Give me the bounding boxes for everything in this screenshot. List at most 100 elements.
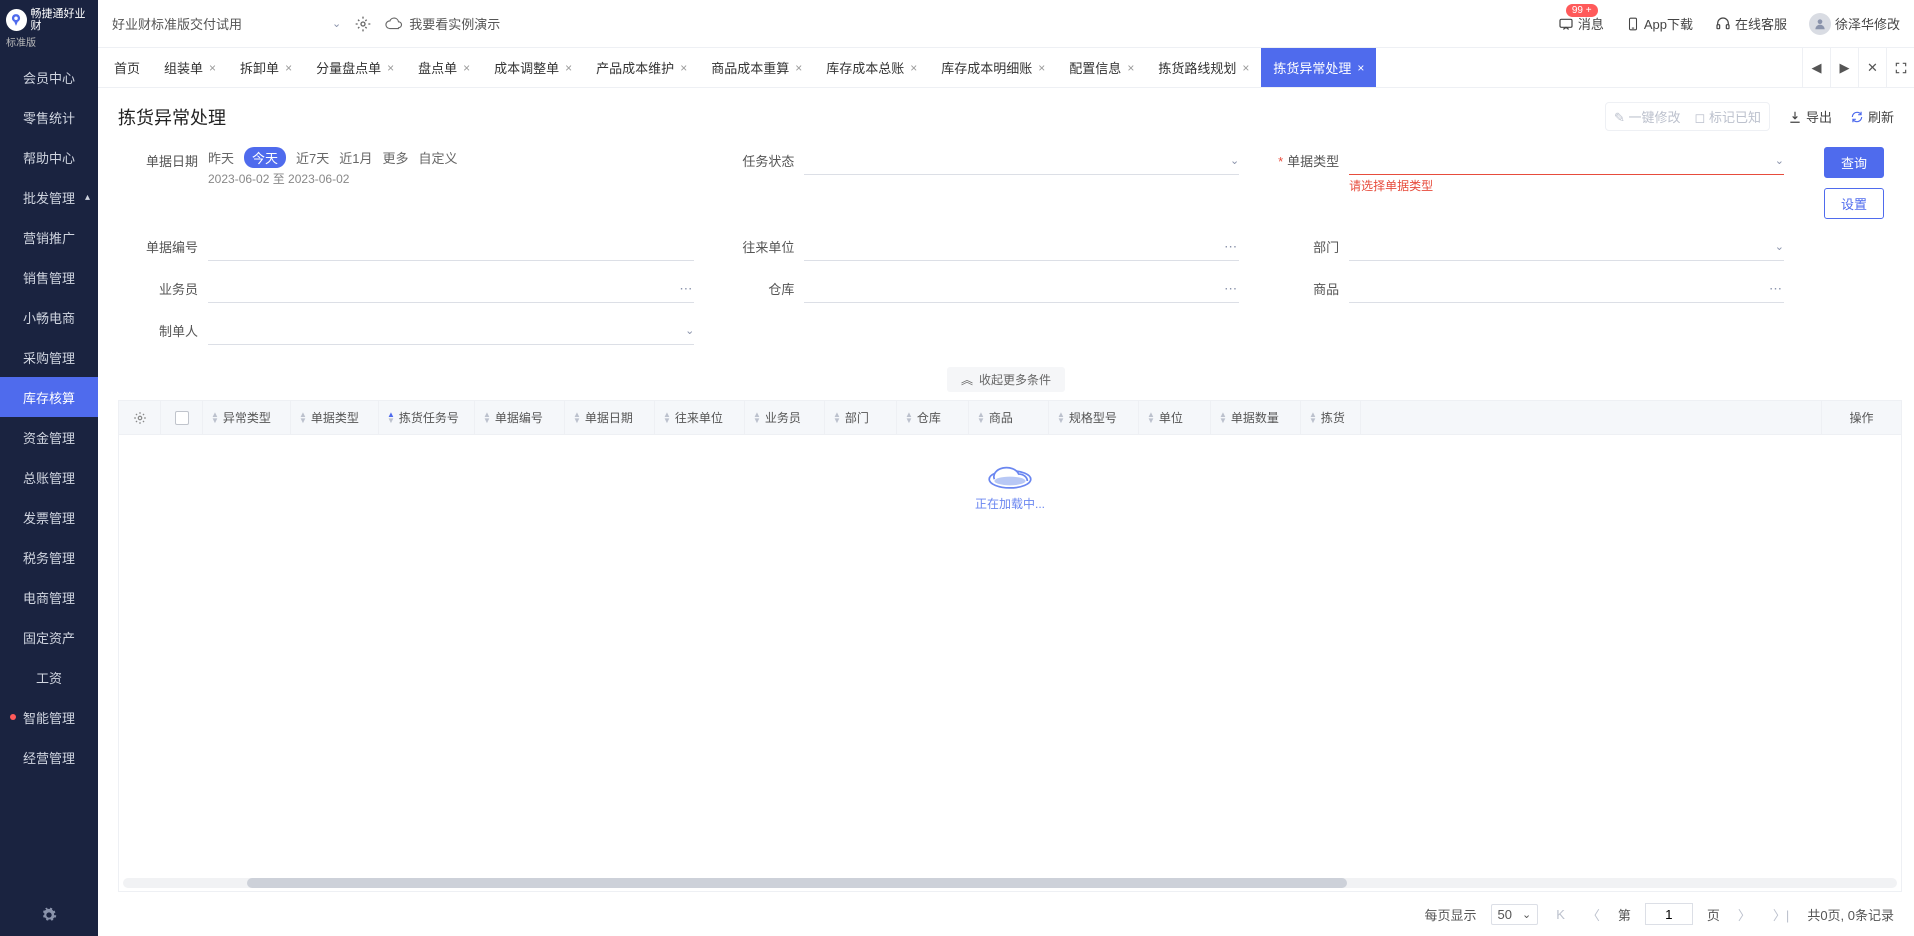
per-page-select[interactable]: 50 ⌄ xyxy=(1491,904,1539,925)
column-header-11[interactable]: ▲▼单位 xyxy=(1139,401,1211,434)
close-icon[interactable]: × xyxy=(285,61,292,75)
close-icon[interactable]: × xyxy=(1127,61,1134,75)
sidebar-item-9[interactable]: 资金管理 xyxy=(0,417,98,457)
tab-scroll-left[interactable]: ◀ xyxy=(1802,48,1830,88)
app-download-link[interactable]: App下载 xyxy=(1626,14,1693,33)
horizontal-scrollbar[interactable] xyxy=(119,875,1901,891)
sidebar-settings[interactable] xyxy=(0,897,98,936)
support-link[interactable]: 在线客服 xyxy=(1715,14,1787,33)
tab-3[interactable]: 分量盘点单× xyxy=(304,48,406,87)
refresh-button[interactable]: 刷新 xyxy=(1850,107,1894,126)
column-header-5[interactable]: ▲▼往来单位 xyxy=(655,401,745,434)
tab-5[interactable]: 成本调整单× xyxy=(482,48,584,87)
sidebar-item-10[interactable]: 总账管理 xyxy=(0,457,98,497)
column-header-13[interactable]: ▲▼拣货 xyxy=(1301,401,1361,434)
close-icon[interactable]: × xyxy=(565,61,572,75)
environment-select[interactable]: 好业财标准版交付试用 ⌄ xyxy=(112,14,341,33)
column-header-4[interactable]: ▲▼单据日期 xyxy=(565,401,655,434)
column-header-9[interactable]: ▲▼商品 xyxy=(969,401,1049,434)
column-header-1[interactable]: ▲▼单据类型 xyxy=(291,401,379,434)
scrollbar-thumb[interactable] xyxy=(247,878,1347,888)
sidebar-item-4[interactable]: 营销推广 xyxy=(0,217,98,257)
date-quick-yesterday[interactable]: 昨天 xyxy=(208,148,234,167)
column-header-10[interactable]: ▲▼规格型号 xyxy=(1049,401,1139,434)
tab-scroll-right[interactable]: ▶ xyxy=(1830,48,1858,88)
product-select[interactable]: ⋯ xyxy=(1349,275,1784,303)
dept-select[interactable]: ⌄ xyxy=(1349,233,1784,261)
close-icon[interactable]: × xyxy=(1038,61,1045,75)
settings-button[interactable]: 设置 xyxy=(1824,188,1884,219)
partner-select[interactable]: ⋯ xyxy=(804,233,1239,261)
messages-link[interactable]: 99 + 消息 xyxy=(1558,14,1604,33)
date-quick-today[interactable]: 今天 xyxy=(244,147,286,168)
filter-maker-label: 制单人 xyxy=(128,317,198,340)
close-icon[interactable]: × xyxy=(387,61,394,75)
tab-8[interactable]: 库存成本总账× xyxy=(814,48,929,87)
column-header-7[interactable]: ▲▼部门 xyxy=(825,401,897,434)
column-header-8[interactable]: ▲▼仓库 xyxy=(897,401,969,434)
page-last[interactable]: 〉| xyxy=(1769,905,1793,924)
taskstatus-select[interactable]: ⌄ xyxy=(804,147,1239,175)
close-icon[interactable]: × xyxy=(463,61,470,75)
close-icon[interactable]: × xyxy=(1242,61,1249,75)
tab-6[interactable]: 产品成本维护× xyxy=(584,48,699,87)
column-header-3[interactable]: ▲▼单据编号 xyxy=(475,401,565,434)
page-first[interactable]: K xyxy=(1552,907,1569,922)
close-icon[interactable]: × xyxy=(1357,61,1364,75)
page-next[interactable]: 〉 xyxy=(1734,905,1755,924)
tab-fullscreen[interactable] xyxy=(1886,48,1914,88)
maker-select[interactable]: ⌄ xyxy=(208,317,694,345)
column-header-2[interactable]: ▲▼拣货任务号 xyxy=(379,401,475,434)
sidebar-item-3[interactable]: 批发管理▴ xyxy=(0,177,98,217)
page-input[interactable] xyxy=(1645,903,1693,925)
sidebar-item-14[interactable]: 固定资产 xyxy=(0,617,98,657)
close-icon[interactable]: × xyxy=(910,61,917,75)
close-icon[interactable]: × xyxy=(795,61,802,75)
tab-7[interactable]: 商品成本重算× xyxy=(699,48,814,87)
sidebar-item-6[interactable]: 小畅电商 xyxy=(0,297,98,337)
doctype-select[interactable]: ⌄ xyxy=(1349,147,1784,175)
date-quick-more[interactable]: 更多 xyxy=(383,148,409,167)
tab-2[interactable]: 拆卸单× xyxy=(228,48,304,87)
demo-link[interactable]: 我要看实例演示 xyxy=(385,14,500,33)
select-all-checkbox[interactable] xyxy=(161,401,203,434)
tab-4[interactable]: 盘点单× xyxy=(406,48,482,87)
export-button[interactable]: 导出 xyxy=(1788,107,1832,126)
sidebar-item-5[interactable]: 销售管理 xyxy=(0,257,98,297)
close-icon[interactable]: × xyxy=(680,61,687,75)
sidebar-item-16[interactable]: 智能管理 xyxy=(0,697,98,737)
sidebar-item-17[interactable]: 经营管理 xyxy=(0,737,98,777)
sidebar-item-8[interactable]: 库存核算 xyxy=(0,377,98,417)
user-menu[interactable]: 徐泽华修改 xyxy=(1809,13,1900,35)
query-button[interactable]: 查询 xyxy=(1824,147,1884,178)
date-quick-month[interactable]: 近1月 xyxy=(339,148,372,167)
warehouse-select[interactable]: ⋯ xyxy=(804,275,1239,303)
topbar-settings[interactable] xyxy=(355,16,371,32)
table-settings-button[interactable] xyxy=(119,401,161,434)
column-header-12[interactable]: ▲▼单据数量 xyxy=(1211,401,1301,434)
collapse-filters-button[interactable]: ︽ 收起更多条件 xyxy=(947,367,1065,392)
tab-11[interactable]: 拣货路线规划× xyxy=(1146,48,1261,87)
sidebar-item-1[interactable]: 零售统计 xyxy=(0,97,98,137)
sidebar-item-11[interactable]: 发票管理 xyxy=(0,497,98,537)
docno-input[interactable] xyxy=(208,233,694,261)
sidebar-item-15[interactable]: 工资 xyxy=(0,657,98,697)
column-header-6[interactable]: ▲▼业务员 xyxy=(745,401,825,434)
tab-12[interactable]: 拣货异常处理× xyxy=(1261,48,1376,87)
tab-9[interactable]: 库存成本明细账× xyxy=(929,48,1057,87)
sidebar-item-13[interactable]: 电商管理 xyxy=(0,577,98,617)
close-icon[interactable]: × xyxy=(209,61,216,75)
sidebar-item-12[interactable]: 税务管理 xyxy=(0,537,98,577)
date-quick-custom[interactable]: 自定义 xyxy=(419,148,458,167)
tab-10[interactable]: 配置信息× xyxy=(1057,48,1146,87)
column-header-0[interactable]: ▲▼异常类型 xyxy=(203,401,291,434)
sidebar-item-0[interactable]: 会员中心 xyxy=(0,57,98,97)
date-quick-week[interactable]: 近7天 xyxy=(296,148,329,167)
page-prev[interactable]: 〈 xyxy=(1583,905,1604,924)
tab-0[interactable]: 首页 xyxy=(102,48,152,87)
salesman-select[interactable]: ⋯ xyxy=(208,275,694,303)
tab-close-all[interactable]: ✕ xyxy=(1858,48,1886,88)
sidebar-item-7[interactable]: 采购管理 xyxy=(0,337,98,377)
tab-1[interactable]: 组装单× xyxy=(152,48,228,87)
sidebar-item-2[interactable]: 帮助中心 xyxy=(0,137,98,177)
